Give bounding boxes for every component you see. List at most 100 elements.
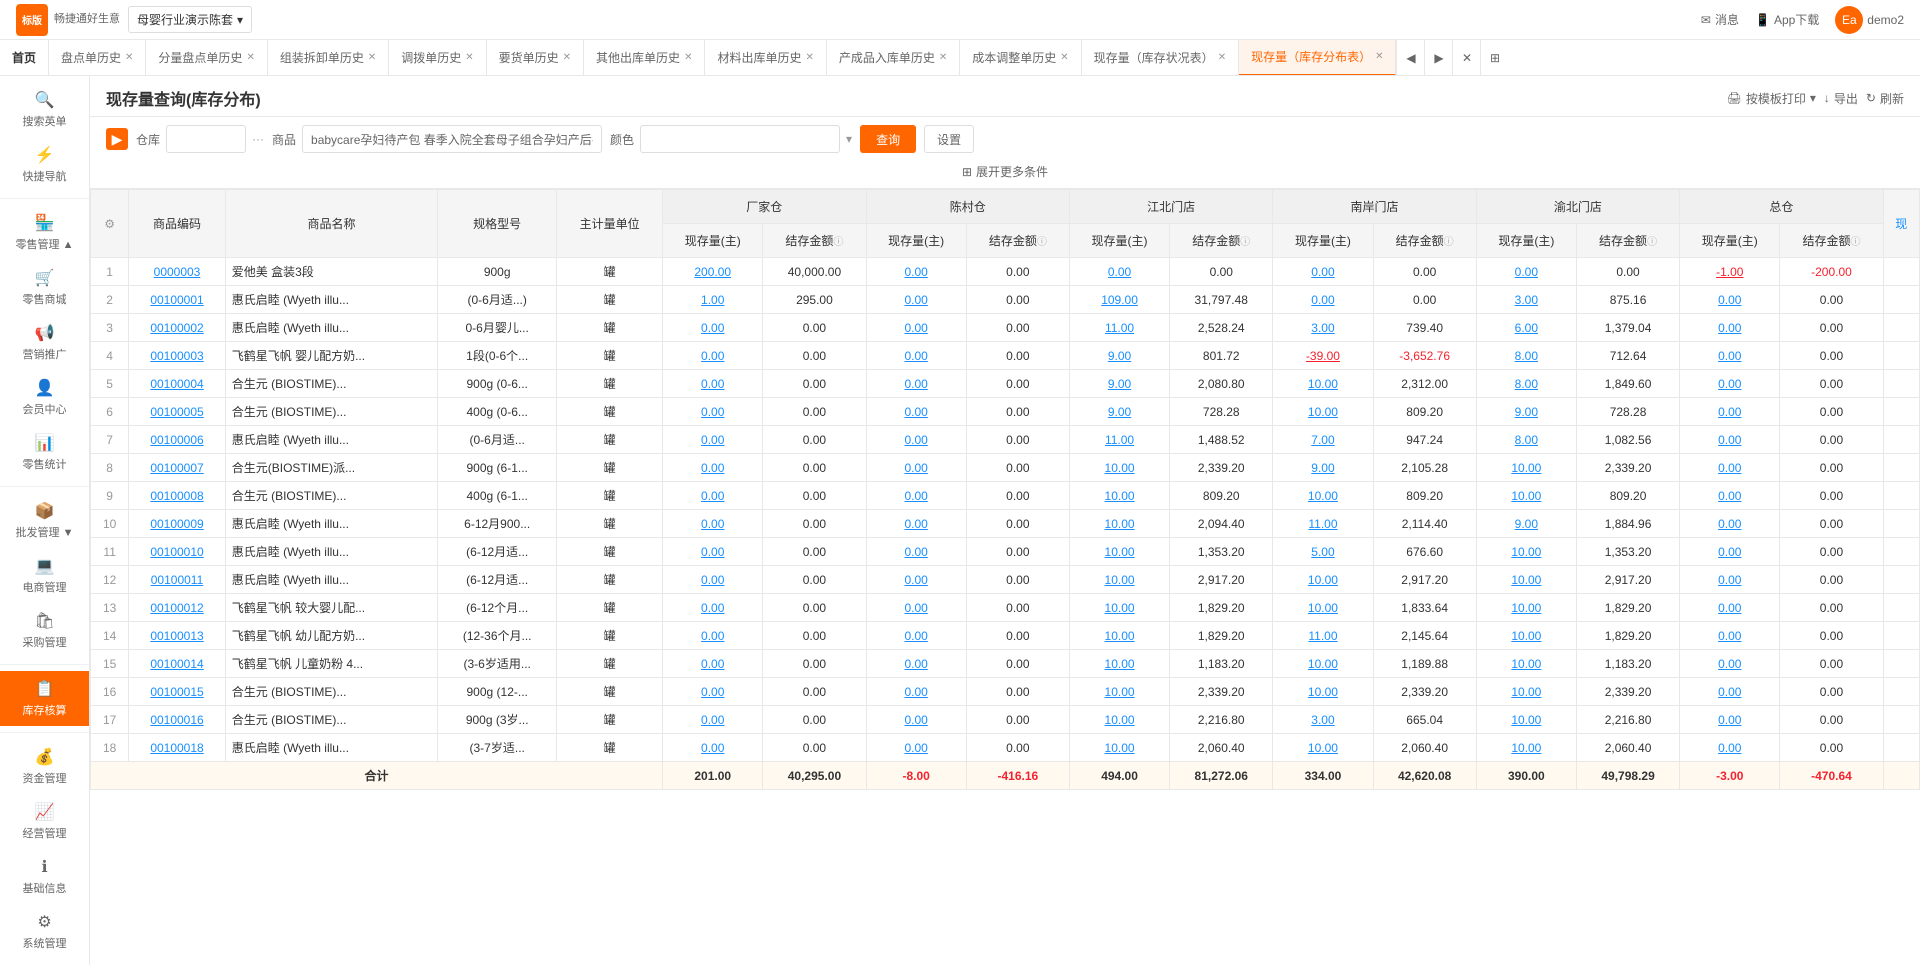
sidebar-item-marketing[interactable]: 📢 营销推广 bbox=[0, 315, 89, 370]
row-qty-4[interactable]: 10.00 bbox=[1476, 482, 1576, 510]
sidebar-item-wholesale[interactable]: 📦 批发管理 ▼ bbox=[0, 493, 89, 548]
sidebar-item-retail-stats[interactable]: 📊 零售统计 bbox=[0, 425, 89, 480]
row-qty-1[interactable]: 0.00 bbox=[866, 286, 966, 314]
row-qty-1[interactable]: 0.00 bbox=[866, 734, 966, 762]
app-download-btn[interactable]: 📱 App下载 bbox=[1755, 11, 1819, 28]
row-qty-2[interactable]: 10.00 bbox=[1069, 566, 1169, 594]
row-qty-3[interactable]: 10.00 bbox=[1273, 594, 1373, 622]
row-qty-1[interactable]: 0.00 bbox=[866, 314, 966, 342]
row-code[interactable]: 00100014 bbox=[129, 650, 225, 678]
row-qty-2[interactable]: 10.00 bbox=[1069, 510, 1169, 538]
tab-home[interactable]: 首页 bbox=[0, 40, 49, 76]
row-qty-2[interactable]: 11.00 bbox=[1069, 426, 1169, 454]
sidebar-item-ops[interactable]: 📈 经营管理 bbox=[0, 794, 89, 849]
row-qty-3[interactable]: 9.00 bbox=[1273, 454, 1373, 482]
tab-transfer[interactable]: 调拨单历史 ✕ bbox=[389, 40, 486, 76]
close-icon[interactable]: ✕ bbox=[368, 52, 376, 63]
close-icon[interactable]: ✕ bbox=[684, 52, 692, 63]
row-code[interactable]: 00100018 bbox=[129, 734, 225, 762]
row-qty-0[interactable]: 200.00 bbox=[663, 258, 763, 286]
tab-stock-dist[interactable]: 现存量（库存分布表） ✕ bbox=[1239, 40, 1396, 76]
tab-expand-btn[interactable]: ⊞ bbox=[1480, 40, 1508, 76]
row-qty-2[interactable]: 10.00 bbox=[1069, 622, 1169, 650]
sidebar-item-member[interactable]: 👤 会员中心 bbox=[0, 370, 89, 425]
row-qty-5[interactable]: 0.00 bbox=[1680, 342, 1780, 370]
expand-conditions-btn[interactable]: ⊞ 展开更多条件 bbox=[962, 163, 1048, 180]
row-qty-2[interactable]: 9.00 bbox=[1069, 342, 1169, 370]
row-qty-2[interactable]: 9.00 bbox=[1069, 398, 1169, 426]
row-qty-4[interactable]: 6.00 bbox=[1476, 314, 1576, 342]
row-qty-0[interactable]: 0.00 bbox=[663, 510, 763, 538]
tab-cost-adj[interactable]: 成本调整单历史 ✕ bbox=[960, 40, 1081, 76]
row-qty-2[interactable]: 10.00 bbox=[1069, 734, 1169, 762]
row-qty-0[interactable]: 0.00 bbox=[663, 370, 763, 398]
sidebar-item-purchase[interactable]: 🛍 采购管理 bbox=[0, 603, 89, 658]
row-qty-5[interactable]: 0.00 bbox=[1680, 594, 1780, 622]
row-qty-0[interactable]: 0.00 bbox=[663, 398, 763, 426]
row-qty-2[interactable]: 10.00 bbox=[1069, 706, 1169, 734]
row-qty-4[interactable]: 9.00 bbox=[1476, 510, 1576, 538]
row-qty-4[interactable]: 10.00 bbox=[1476, 706, 1576, 734]
row-qty-2[interactable]: 0.00 bbox=[1069, 258, 1169, 286]
row-qty-0[interactable]: 0.00 bbox=[663, 650, 763, 678]
tab-inventory-check[interactable]: 盘点单历史 ✕ bbox=[49, 40, 146, 76]
row-qty-5[interactable]: 0.00 bbox=[1680, 706, 1780, 734]
row-qty-4[interactable]: 10.00 bbox=[1476, 734, 1576, 762]
row-qty-0[interactable]: 0.00 bbox=[663, 566, 763, 594]
row-code[interactable]: 00100003 bbox=[129, 342, 225, 370]
row-qty-3[interactable]: 0.00 bbox=[1273, 258, 1373, 286]
row-code[interactable]: 00100013 bbox=[129, 622, 225, 650]
info-icon[interactable]: ⓘ bbox=[1850, 237, 1860, 248]
row-qty-4[interactable]: 3.00 bbox=[1476, 286, 1576, 314]
row-qty-3[interactable]: 5.00 bbox=[1273, 538, 1373, 566]
row-qty-4[interactable]: 8.00 bbox=[1476, 370, 1576, 398]
row-qty-5[interactable]: 0.00 bbox=[1680, 482, 1780, 510]
row-code[interactable]: 00100016 bbox=[129, 706, 225, 734]
close-icon[interactable]: ✕ bbox=[939, 52, 947, 63]
row-qty-4[interactable]: 10.00 bbox=[1476, 678, 1576, 706]
row-qty-2[interactable]: 11.00 bbox=[1069, 314, 1169, 342]
row-code[interactable]: 00100006 bbox=[129, 426, 225, 454]
row-qty-5[interactable]: 0.00 bbox=[1680, 314, 1780, 342]
row-qty-3[interactable]: 10.00 bbox=[1273, 370, 1373, 398]
row-qty-0[interactable]: 0.00 bbox=[663, 342, 763, 370]
row-qty-1[interactable]: 0.00 bbox=[866, 678, 966, 706]
info-icon[interactable]: ⓘ bbox=[1037, 237, 1047, 248]
tab-portion-check[interactable]: 分量盘点单历史 ✕ bbox=[146, 40, 267, 76]
row-code[interactable]: 00100011 bbox=[129, 566, 225, 594]
sidebar-item-retail-shop[interactable]: 🛒 零售商城 bbox=[0, 260, 89, 315]
sidebar-item-quicknav[interactable]: ⚡ 快捷导航 bbox=[0, 137, 89, 192]
row-qty-2[interactable]: 10.00 bbox=[1069, 594, 1169, 622]
row-qty-3[interactable]: 0.00 bbox=[1273, 286, 1373, 314]
row-qty-0[interactable]: 0.00 bbox=[663, 314, 763, 342]
row-code[interactable]: 0000003 bbox=[129, 258, 225, 286]
row-qty-2[interactable]: 10.00 bbox=[1069, 650, 1169, 678]
close-icon[interactable]: ✕ bbox=[246, 52, 254, 63]
row-qty-2[interactable]: 9.00 bbox=[1069, 370, 1169, 398]
row-qty-4[interactable]: 9.00 bbox=[1476, 398, 1576, 426]
row-qty-0[interactable]: 1.00 bbox=[663, 286, 763, 314]
row-qty-1[interactable]: 0.00 bbox=[866, 594, 966, 622]
sidebar-item-system[interactable]: ⚙ 系统管理 bbox=[0, 904, 89, 959]
sidebar-item-base[interactable]: ℹ 基础信息 bbox=[0, 849, 89, 904]
row-qty-3[interactable]: 10.00 bbox=[1273, 650, 1373, 678]
row-qty-5[interactable]: 0.00 bbox=[1680, 286, 1780, 314]
tab-material-out[interactable]: 材料出库单历史 ✕ bbox=[705, 40, 826, 76]
industry-selector[interactable]: 母婴行业演示陈套 ▾ bbox=[128, 6, 252, 33]
sidebar-item-search[interactable]: 🔍 搜索英单 bbox=[0, 82, 89, 137]
row-qty-2[interactable]: 10.00 bbox=[1069, 678, 1169, 706]
row-qty-5[interactable]: 0.00 bbox=[1680, 678, 1780, 706]
row-qty-1[interactable]: 0.00 bbox=[866, 566, 966, 594]
row-qty-1[interactable]: 0.00 bbox=[866, 538, 966, 566]
row-qty-1[interactable]: 0.00 bbox=[866, 258, 966, 286]
row-qty-0[interactable]: 0.00 bbox=[663, 454, 763, 482]
info-icon[interactable]: ⓘ bbox=[1647, 237, 1657, 248]
row-code[interactable]: 00100001 bbox=[129, 286, 225, 314]
tab-outbound[interactable]: 其他出库单历史 ✕ bbox=[584, 40, 705, 76]
row-code[interactable]: 00100004 bbox=[129, 370, 225, 398]
row-qty-3[interactable]: 3.00 bbox=[1273, 706, 1373, 734]
row-qty-3[interactable]: 3.00 bbox=[1273, 314, 1373, 342]
row-qty-5[interactable]: -1.00 bbox=[1680, 258, 1780, 286]
row-qty-0[interactable]: 0.00 bbox=[663, 538, 763, 566]
row-qty-5[interactable]: 0.00 bbox=[1680, 370, 1780, 398]
